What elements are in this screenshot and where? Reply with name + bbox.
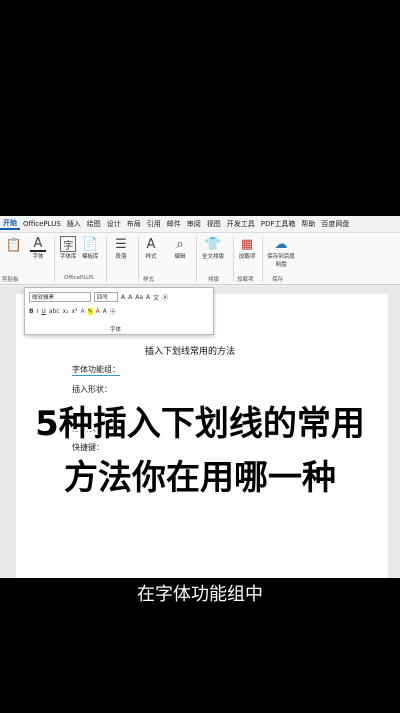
document-title: 插入下划线常用的方法: [145, 347, 236, 357]
paste-icon: 📋: [5, 237, 23, 253]
font-group-label: 字体: [110, 327, 122, 333]
tab-home[interactable]: 开始: [0, 218, 20, 230]
group-label: 样式: [143, 277, 155, 283]
tab-pdf-tools[interactable]: PDF工具箱: [258, 219, 299, 229]
divider: [106, 236, 107, 282]
strikethrough-icon[interactable]: abc: [49, 308, 60, 315]
tab-layout[interactable]: 布局: [124, 219, 144, 229]
template-library-button[interactable]: 📄 模板库: [82, 236, 99, 261]
paragraph-button[interactable]: ☰ 段落: [113, 236, 129, 261]
divider: [262, 236, 263, 282]
underline-icon[interactable]: U: [41, 308, 45, 315]
styles-icon: A: [146, 236, 156, 252]
font-name-select[interactable]: 微软雅黑: [29, 292, 91, 302]
tab-developer[interactable]: 开发工具: [224, 219, 258, 229]
styles-button[interactable]: A 样式: [143, 236, 159, 261]
divider: [196, 236, 197, 282]
tab-draw[interactable]: 绘图: [84, 219, 104, 229]
text-effect-icon[interactable]: A: [81, 308, 85, 315]
change-case-icon[interactable]: Aa: [135, 294, 143, 301]
overlay-title-line2: 方法你在用哪一种: [64, 458, 336, 498]
clear-format-icon[interactable]: A: [146, 294, 150, 301]
ribbon: 📋 A 字体 字 字体库 📄 模板库 ☰ 段落 A 样式 ⌕ 编辑 👕 全文排版…: [0, 233, 400, 285]
tab-baidu[interactable]: 百度网盘: [318, 219, 352, 229]
editing-label: 编辑: [174, 254, 186, 260]
font-color-icon[interactable]: A: [96, 308, 100, 315]
search-icon: ⌕: [176, 236, 184, 252]
group-label: 加载项: [237, 277, 254, 283]
template-icon: 📄: [82, 236, 99, 252]
video-subtitle: 在字体功能组中: [137, 584, 263, 605]
addins-label: 加载项: [238, 254, 256, 260]
font-button-label: 字体: [32, 254, 44, 260]
font-panel: 微软雅黑 四号 A A Aa A 文 Ⓐ B I U abc x₂ x² A ✎…: [24, 287, 214, 335]
italic-icon[interactable]: I: [37, 308, 39, 315]
bold-icon[interactable]: B: [29, 308, 34, 315]
editing-button[interactable]: ⌕ 编辑: [172, 236, 188, 261]
tab-view[interactable]: 视图: [204, 219, 224, 229]
tab-insert[interactable]: 插入: [64, 219, 84, 229]
shirt-icon: 👕: [204, 236, 222, 252]
group-label: OfficePLUS: [64, 275, 94, 281]
tab-help[interactable]: 帮助: [298, 219, 318, 229]
border-a-icon[interactable]: Ⓐ: [162, 293, 168, 302]
save-baidu-label: 保存到百度网盘: [267, 254, 295, 268]
grow-font-icon[interactable]: A: [121, 294, 125, 301]
font-size-select[interactable]: 四号: [94, 292, 118, 302]
paste-button[interactable]: 📋: [6, 237, 22, 253]
paragraph-label: 段落: [115, 254, 127, 260]
grid-icon: ▦: [240, 236, 254, 252]
superscript-icon[interactable]: x²: [72, 308, 78, 315]
font-a-icon: A: [30, 236, 46, 252]
doc-line: 字体功能组：: [72, 365, 120, 376]
save-baidu-button[interactable]: ☁ 保存到百度网盘: [266, 236, 296, 269]
font-library-button[interactable]: 字 字体库: [60, 236, 77, 260]
phonetic-icon[interactable]: 文: [153, 293, 159, 302]
doc-line: 插入形状：: [72, 385, 112, 394]
addins-button[interactable]: ▦ 加载项: [238, 236, 256, 261]
tab-officeplus[interactable]: OfficePLUS: [20, 220, 64, 228]
full-layout-button[interactable]: 👕 全文排版: [202, 236, 225, 261]
group-label: 排版: [208, 277, 220, 283]
full-layout-label: 全文排版: [202, 254, 225, 260]
overlay-title-line1: 5种插入下划线的常用: [35, 404, 365, 444]
group-label: 剪贴板: [2, 277, 19, 283]
group-label: 保存: [272, 277, 284, 283]
subscript-icon[interactable]: x₂: [63, 308, 69, 315]
tab-design[interactable]: 设计: [104, 219, 124, 229]
cloud-icon: ☁: [274, 236, 288, 252]
highlight-icon[interactable]: ✎: [87, 308, 93, 315]
styles-label: 样式: [145, 254, 157, 260]
font-library-icon: 字: [60, 236, 77, 252]
paragraph-icon: ☰: [115, 236, 127, 252]
char-shade-icon[interactable]: A: [103, 308, 107, 315]
tab-references[interactable]: 引用: [144, 219, 164, 229]
ribbon-tabs: 开始 OfficePLUS 插入 绘图 设计 布局 引用 邮件 审阅 视图 开发…: [0, 216, 400, 233]
template-library-label: 模板库: [82, 254, 99, 260]
font-name-value: 微软雅黑: [32, 295, 55, 301]
shrink-font-icon[interactable]: A: [128, 294, 132, 301]
divider: [233, 236, 234, 282]
divider: [54, 236, 55, 282]
font-library-label: 字体库: [60, 254, 77, 260]
font-size-value: 四号: [97, 295, 109, 301]
tab-mailings[interactable]: 邮件: [164, 219, 184, 229]
divider: [138, 236, 139, 282]
enclose-char-icon[interactable]: ㊉: [110, 307, 116, 316]
font-button[interactable]: A 字体: [30, 236, 46, 260]
tab-review[interactable]: 审阅: [184, 219, 204, 229]
